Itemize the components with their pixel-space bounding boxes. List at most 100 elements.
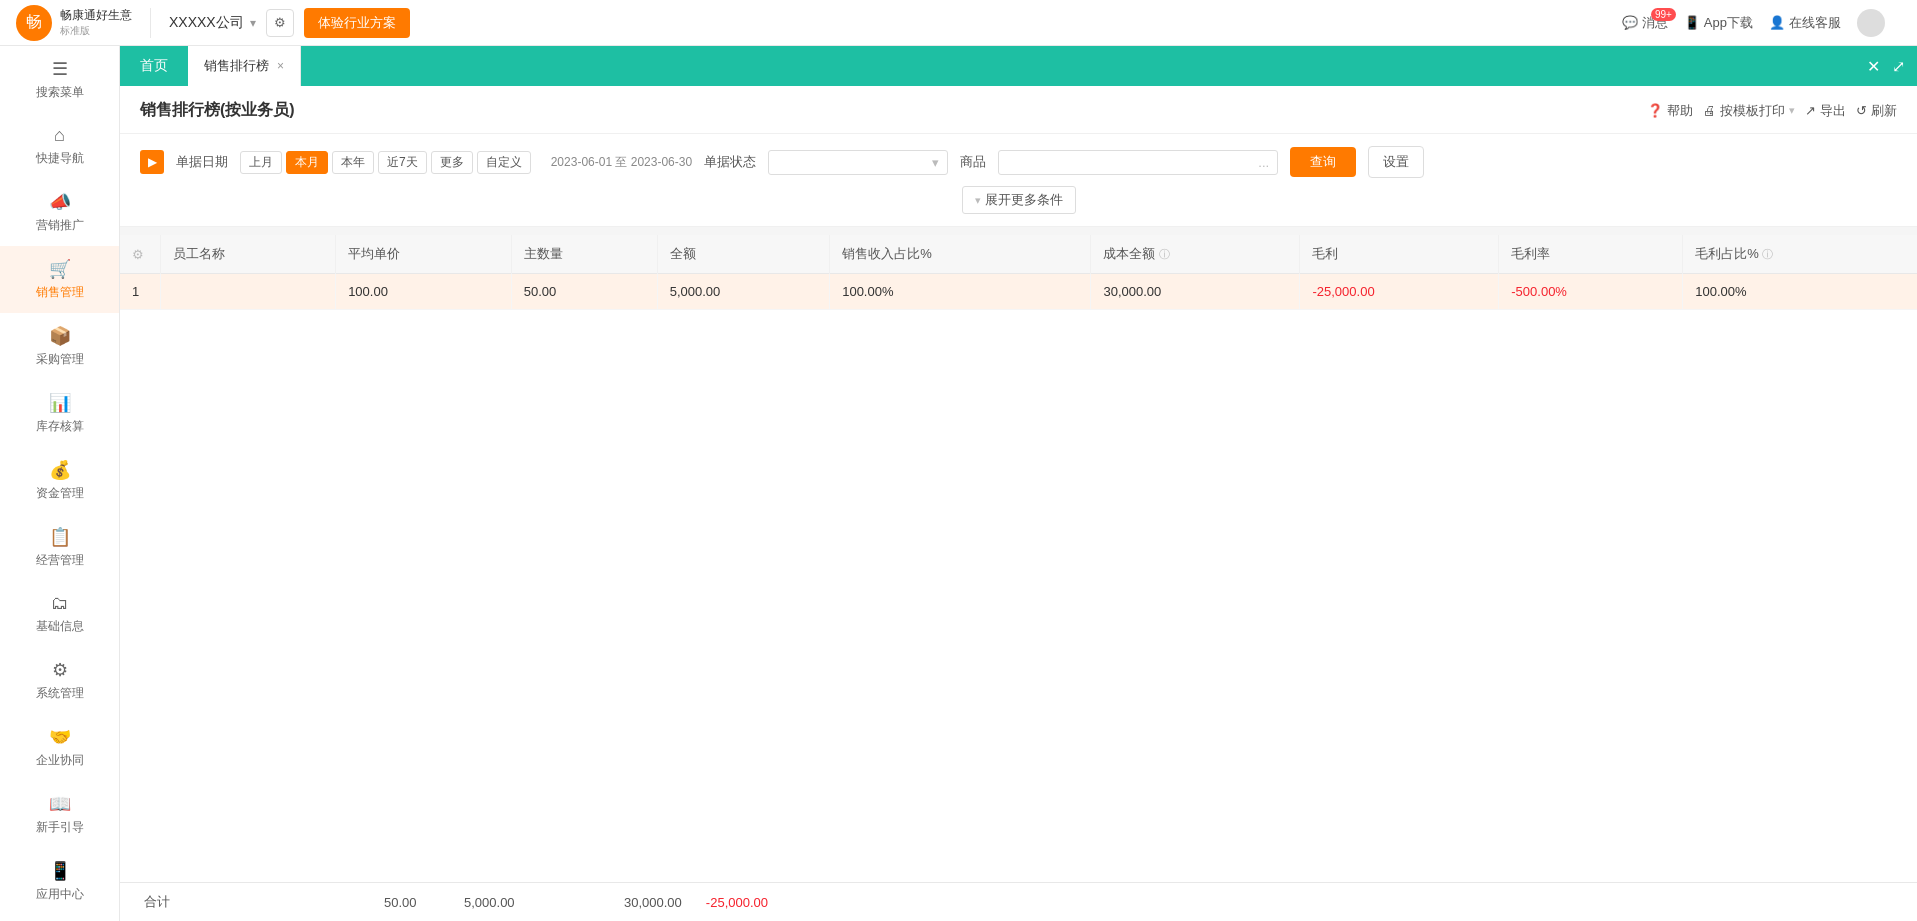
goods-input[interactable]: ...: [998, 150, 1278, 175]
date-filter-label: 单据日期: [176, 153, 228, 171]
sidebar-item-appcenter[interactable]: 📱 应用中心: [0, 848, 119, 915]
date-range-display: 2023-06-01 至 2023-06-30: [551, 154, 692, 171]
date-btn-7days[interactable]: 近7天: [378, 151, 427, 174]
page-title: 销售排行榜(按业务员): [140, 100, 295, 133]
footer-label: 合计: [132, 893, 292, 911]
template-print-button[interactable]: 🖨 按模板打印 ▾: [1703, 102, 1795, 120]
tab-sales-ranking[interactable]: 销售排行榜 ×: [188, 46, 301, 86]
sidebar-item-enterprise[interactable]: 🤝 企业协同: [0, 714, 119, 781]
td-employee-name: [160, 274, 336, 310]
template-print-label: 按模板打印: [1720, 102, 1785, 120]
logo-icon: 畅: [16, 5, 52, 41]
gross-pct-info-icon[interactable]: ⓘ: [1762, 248, 1773, 260]
export-label: 导出: [1820, 102, 1846, 120]
date-buttons: 上月 本月 本年 近7天 更多 自定义: [240, 151, 531, 174]
purchase-icon: 📦: [49, 325, 71, 347]
sidebar-item-basic-info[interactable]: 🗂 基础信息: [0, 581, 119, 647]
tab-close-window-button[interactable]: ✕: [1867, 57, 1880, 76]
sidebar-item-operations[interactable]: 📋 经营管理: [0, 514, 119, 581]
guide-icon: 📖: [49, 793, 71, 815]
sidebar-label-appcenter: 应用中心: [36, 886, 84, 903]
tab-close-icon[interactable]: ×: [277, 59, 284, 73]
th-settings: ⚙: [120, 235, 160, 274]
app-download-button[interactable]: 📱 App下载: [1684, 14, 1753, 32]
table-header-row: ⚙ 员工名称 平均单价 主数量: [120, 235, 1917, 274]
filter-expand-arrow[interactable]: ▶: [140, 150, 164, 174]
goods-more-icon[interactable]: ...: [1258, 155, 1269, 170]
refresh-button[interactable]: ↺ 刷新: [1856, 102, 1897, 120]
th-employee-name: 员工名称: [160, 235, 336, 274]
finance-icon: 💰: [49, 459, 71, 481]
sidebar-label-marketing: 营销推广: [36, 217, 84, 234]
refresh-icon: ↺: [1856, 103, 1867, 118]
date-btn-last-month[interactable]: 上月: [240, 151, 282, 174]
avatar[interactable]: [1857, 9, 1885, 37]
filter-area: ▶ 单据日期 上月 本月 本年 近7天 更多 自定义 2023-06-01 至 …: [120, 134, 1917, 227]
table-wrapper: ⚙ 员工名称 平均单价 主数量: [120, 235, 1917, 882]
download-icon: 📱: [1684, 15, 1700, 30]
inventory-icon: 📊: [49, 392, 71, 414]
tab-home[interactable]: 首页: [120, 46, 188, 86]
cost-info-icon[interactable]: ⓘ: [1159, 248, 1170, 260]
help-label: 帮助: [1667, 102, 1693, 120]
sidebar-label-guide: 新手引导: [36, 819, 84, 836]
sidebar-item-system[interactable]: ⚙ 系统管理: [0, 647, 119, 714]
basic-info-icon: 🗂: [51, 593, 69, 614]
tab-maximize-button[interactable]: ⤢: [1892, 57, 1905, 76]
expand-more-button[interactable]: ▾ 展开更多条件: [962, 186, 1076, 214]
sidebar-item-finance[interactable]: 💰 资金管理: [0, 447, 119, 514]
column-settings-icon[interactable]: ⚙: [132, 247, 144, 262]
operations-icon: 📋: [49, 526, 71, 548]
company-selector[interactable]: XXXXX公司 ▾: [169, 14, 256, 32]
sidebar-item-marketing[interactable]: 📣 营销推广: [0, 179, 119, 246]
tab-right-actions: ✕ ⤢: [1855, 46, 1917, 86]
footer-main-qty: 50.00: [372, 895, 452, 910]
logo-area[interactable]: 畅 畅康通好生意 标准版: [16, 5, 132, 41]
enterprise-icon: 🤝: [49, 726, 71, 748]
goods-filter-label: 商品: [960, 153, 986, 171]
expand-label: 展开更多条件: [985, 191, 1063, 209]
app-edition: 标准版: [60, 24, 132, 38]
date-btn-more[interactable]: 更多: [431, 151, 473, 174]
settings-button[interactable]: 设置: [1368, 146, 1424, 178]
help-button[interactable]: ❓ 帮助: [1647, 102, 1693, 120]
sidebar-label-operations: 经营管理: [36, 552, 84, 569]
trial-button[interactable]: 体验行业方案: [304, 8, 410, 38]
th-total-amount: 全额: [657, 235, 829, 274]
settings-gear-button[interactable]: ⚙: [266, 9, 294, 37]
th-main-qty: 主数量: [511, 235, 657, 274]
sidebar-item-sales[interactable]: 🛒 销售管理: [0, 246, 119, 313]
sidebar-item-quicknav[interactable]: ⌂ 快捷导航: [0, 113, 119, 179]
sidebar-item-purchase[interactable]: 📦 采购管理: [0, 313, 119, 380]
th-gross-profit: 毛利: [1300, 235, 1499, 274]
status-filter-label: 单据状态: [704, 153, 756, 171]
th-gross-pct: 毛利占比% ⓘ: [1683, 235, 1917, 274]
top-right-actions: 💬 消息 99+ 📱 App下载 👤 在线客服: [1622, 9, 1901, 37]
status-chevron-icon: ▾: [932, 155, 939, 170]
online-service-label: 在线客服: [1789, 14, 1841, 32]
status-select[interactable]: ▾: [768, 150, 948, 175]
search-button[interactable]: 查询: [1290, 147, 1356, 177]
td-gross-rate: -500.00%: [1499, 274, 1683, 310]
app-name: 畅康通好生意: [60, 7, 132, 24]
sidebar-label-finance: 资金管理: [36, 485, 84, 502]
sidebar-item-wechat[interactable]: 💬 企业微信: [0, 915, 119, 921]
online-service-button[interactable]: 👤 在线客服: [1769, 14, 1841, 32]
sidebar-label-quicknav: 快捷导航: [36, 150, 84, 167]
sidebar-label-purchase: 采购管理: [36, 351, 84, 368]
sidebar-label-sales: 销售管理: [36, 284, 84, 301]
sidebar-label-system: 系统管理: [36, 685, 84, 702]
sidebar-item-search[interactable]: ☰ 搜索菜单: [0, 46, 119, 113]
date-btn-this-month[interactable]: 本月: [286, 151, 328, 174]
print-icon: 🖨: [1703, 103, 1716, 118]
sidebar-item-inventory[interactable]: 📊 库存核算: [0, 380, 119, 447]
print-chevron-icon: ▾: [1789, 104, 1795, 117]
message-button[interactable]: 💬 消息 99+: [1622, 14, 1668, 32]
service-icon: 👤: [1769, 15, 1785, 30]
sidebar-item-guide[interactable]: 📖 新手引导: [0, 781, 119, 848]
tab-home-label: 首页: [140, 57, 168, 75]
table-row: 1 100.00 50.00: [120, 274, 1917, 310]
date-btn-this-year[interactable]: 本年: [332, 151, 374, 174]
export-button[interactable]: ↗ 导出: [1805, 102, 1846, 120]
date-btn-custom[interactable]: 自定义: [477, 151, 531, 174]
